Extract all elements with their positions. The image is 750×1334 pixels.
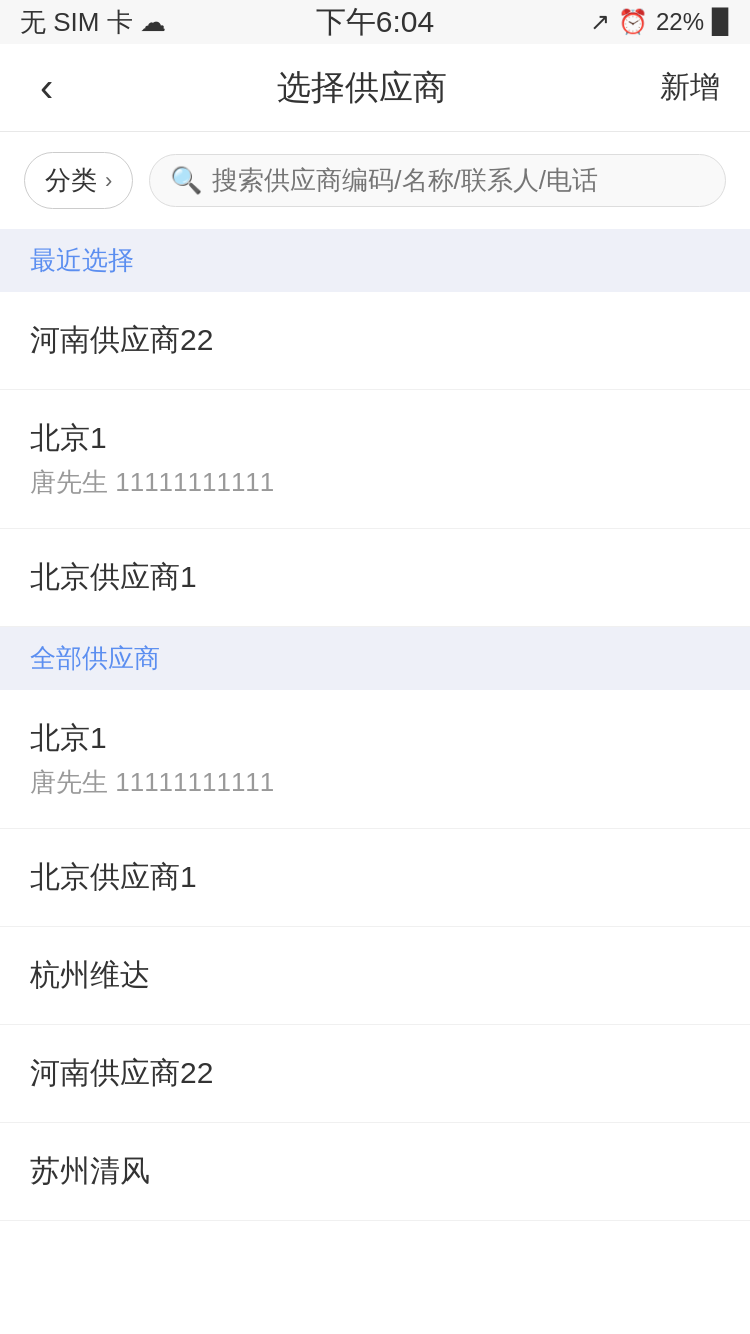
search-input[interactable]: [212, 165, 705, 196]
item-name: 河南供应商22: [30, 320, 720, 361]
alarm-icon: ⏰: [618, 8, 648, 36]
item-name: 苏州清风: [30, 1151, 720, 1192]
list-item[interactable]: 北京1 唐先生 11111111111: [0, 690, 750, 829]
list-item[interactable]: 杭州维达: [0, 927, 750, 1025]
status-bar: 无 SIM 卡 ☁ 下午6:04 ↗ ⏰ 22% ▉: [0, 0, 750, 44]
recent-section-header: 最近选择: [0, 229, 750, 292]
filter-bar: 分类 › 🔍: [0, 132, 750, 229]
item-name: 河南供应商22: [30, 1053, 720, 1094]
list-item[interactable]: 北京1 唐先生 11111111111: [0, 390, 750, 529]
item-name: 杭州维达: [30, 955, 720, 996]
item-name: 北京1: [30, 718, 720, 759]
recent-section-title: 最近选择: [30, 245, 134, 275]
list-item[interactable]: 北京供应商1: [0, 529, 750, 627]
battery-text: 22%: [656, 8, 704, 36]
chevron-right-icon: ›: [105, 168, 112, 194]
item-detail: 唐先生 11111111111: [30, 765, 720, 800]
status-time: 下午6:04: [316, 2, 434, 43]
add-button[interactable]: 新增: [660, 67, 720, 108]
category-filter-button[interactable]: 分类 ›: [24, 152, 133, 209]
status-left: 无 SIM 卡 ☁: [20, 5, 166, 40]
item-detail: 唐先生 11111111111: [30, 465, 720, 500]
all-items-list: 北京1 唐先生 11111111111 北京供应商1 杭州维达河南供应商22 苏州清风: [0, 690, 750, 1221]
list-item[interactable]: 河南供应商22: [0, 1025, 750, 1123]
list-item[interactable]: 苏州清风: [0, 1123, 750, 1221]
search-icon: 🔍: [170, 165, 202, 196]
search-box[interactable]: 🔍: [149, 154, 726, 207]
status-right: ↗ ⏰ 22% ▉: [590, 8, 730, 36]
list-item[interactable]: 北京供应商1: [0, 829, 750, 927]
category-label: 分类: [45, 163, 97, 198]
item-name: 北京供应商1: [30, 557, 720, 598]
location-icon: ↗: [590, 8, 610, 36]
item-name: 北京供应商1: [30, 857, 720, 898]
page-title: 选择供应商: [277, 65, 447, 111]
all-section-header: 全部供应商: [0, 627, 750, 690]
list-item[interactable]: 河南供应商22: [0, 292, 750, 390]
all-section-title: 全部供应商: [30, 643, 160, 673]
sim-text: 无 SIM 卡 ☁: [20, 5, 166, 40]
battery-icon: ▉: [712, 8, 730, 36]
item-name: 北京1: [30, 418, 720, 459]
back-button[interactable]: ‹: [30, 55, 63, 120]
nav-bar: ‹ 选择供应商 新增: [0, 44, 750, 132]
recent-items-list: 河南供应商22 北京1 唐先生 11111111111 北京供应商1: [0, 292, 750, 627]
